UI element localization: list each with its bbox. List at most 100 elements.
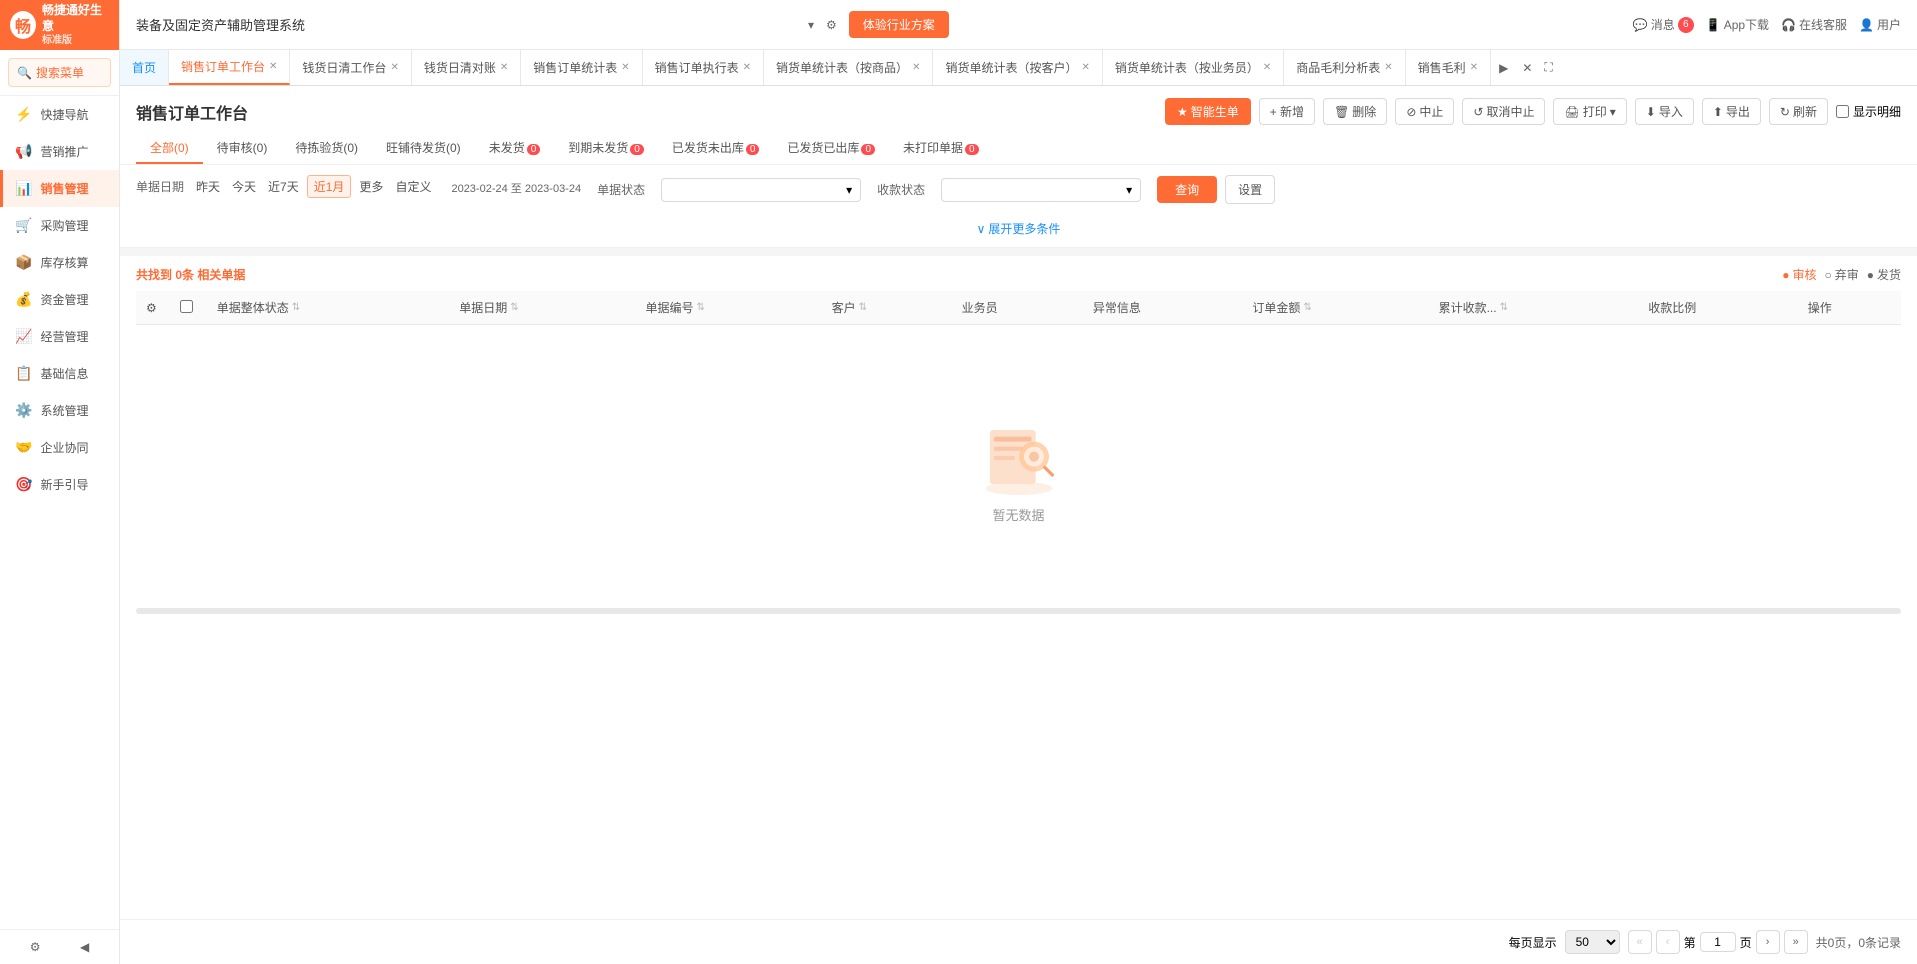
sort-number-icon[interactable]: ⇅ — [696, 302, 704, 313]
sub-tab-wangpu-pending[interactable]: 旺铺待发货(0) — [372, 133, 475, 164]
status-dropdown-icon: ▾ — [846, 183, 852, 197]
tab-close-sales-summary-staff[interactable]: ✕ — [1263, 62, 1271, 73]
import-button[interactable]: ⬇ 导入 — [1635, 98, 1694, 125]
sub-tab-shipped-out[interactable]: 已发货已出库0 — [773, 133, 889, 164]
status-filter-row: 单据状态 ▾ 收款状态 ▾ 查询 设置 — [597, 175, 1275, 204]
tab-product-margin[interactable]: 商品毛利分析表 ✕ — [1284, 50, 1405, 85]
tab-sales-stat[interactable]: 销售订单统计表 ✕ — [521, 50, 642, 85]
tab-close-sales-summary-product[interactable]: ✕ — [912, 62, 920, 73]
page-last-button[interactable]: » — [1784, 930, 1808, 954]
tab-expand-button[interactable]: ⛶ — [1538, 60, 1558, 75]
add-button[interactable]: + 新增 — [1259, 98, 1315, 125]
batch-review-button[interactable]: ● 审核 — [1782, 266, 1816, 283]
online-service-button[interactable]: 🎧 在线客服 — [1781, 16, 1847, 33]
select-all-checkbox[interactable] — [180, 300, 193, 313]
sidebar-item-finance[interactable]: 💰 资金管理 — [0, 281, 119, 318]
setting-button[interactable]: 设置 — [1225, 175, 1275, 204]
sort-status-icon[interactable]: ⇅ — [292, 302, 300, 313]
batch-ship-button[interactable]: ● 发货 — [1867, 266, 1901, 283]
tab-close-cash-reconcile[interactable]: ✕ — [500, 62, 508, 73]
query-button[interactable]: 查询 — [1157, 176, 1217, 203]
status-select[interactable]: ▾ — [661, 178, 861, 202]
tab-sales-exec[interactable]: 销售订单执行表 ✕ — [643, 50, 764, 85]
tab-sales-workbench[interactable]: 销售订单工作台 ✕ — [169, 50, 290, 85]
shortcut-yesterday[interactable]: 昨天 — [192, 176, 224, 197]
sidebar-item-sales[interactable]: 📊 销售管理 — [0, 170, 119, 207]
per-page-select[interactable]: 50 100 200 — [1565, 930, 1620, 954]
print-button[interactable]: 🖨 打印 ▾ — [1553, 98, 1626, 125]
horizontal-scrollbar[interactable] — [136, 608, 1901, 614]
col-staff: 业务员 — [952, 291, 1083, 325]
solution-button[interactable]: 体验行业方案 — [849, 11, 949, 38]
sort-date-icon[interactable]: ⇅ — [510, 302, 518, 313]
tab-cash-reconcile[interactable]: 钱货日清对账 ✕ — [412, 50, 521, 85]
page-next-button[interactable]: › — [1756, 930, 1780, 954]
sidebar-item-marketing[interactable]: 📢 营销推广 — [0, 133, 119, 170]
sub-tab-pending-review[interactable]: 待审核(0) — [203, 133, 282, 164]
stop-icon: ⊘ — [1406, 105, 1416, 119]
delete-button[interactable]: 🗑 删除 — [1323, 98, 1387, 125]
tab-close-sales-workbench[interactable]: ✕ — [269, 61, 277, 72]
sub-tab-not-shipped[interactable]: 未发货0 — [475, 133, 555, 164]
sub-tab-shipped-not-out[interactable]: 已发货未出库0 — [658, 133, 774, 164]
stop-button[interactable]: ⊘ 中止 — [1395, 98, 1454, 125]
sub-tab-expired-not-shipped[interactable]: 到期未发货0 — [554, 133, 658, 164]
tab-sales-summary-staff[interactable]: 销货单统计表（按业务员） ✕ — [1103, 50, 1284, 85]
cancel-stop-button[interactable]: ↺ 取消中止 — [1462, 98, 1545, 125]
sub-tab-pending-pick[interactable]: 待拣验货(0) — [281, 133, 372, 164]
system-dropdown-button[interactable]: ▾ — [808, 18, 814, 32]
sort-amount-icon[interactable]: ⇅ — [1303, 302, 1311, 313]
shortcut-today[interactable]: 今天 — [228, 176, 260, 197]
tab-sales-summary-customer[interactable]: 销货单统计表（按客户） ✕ — [933, 50, 1102, 85]
sidebar-item-operations[interactable]: 📈 经营管理 — [0, 318, 119, 355]
tab-close-sales-stat[interactable]: ✕ — [621, 62, 629, 73]
tab-close-sales-exec[interactable]: ✕ — [743, 62, 751, 73]
refresh-button[interactable]: ↻ 刷新 — [1769, 98, 1828, 125]
sidebar-item-purchase[interactable]: 🛒 采购管理 — [0, 207, 119, 244]
col-settings[interactable]: ⚙ — [136, 291, 167, 325]
sidebar-item-guide[interactable]: 🎯 新手引导 — [0, 466, 119, 503]
sidebar-collapse-button[interactable]: ◀ — [80, 940, 89, 954]
sub-tab-all[interactable]: 全部(0) — [136, 133, 203, 164]
sidebar-item-basic[interactable]: 📋 基础信息 — [0, 355, 119, 392]
sort-customer-icon[interactable]: ⇅ — [859, 302, 867, 313]
tab-cash-daily[interactable]: 钱货日清工作台 ✕ — [290, 50, 411, 85]
user-button[interactable]: 👤 用户 — [1859, 16, 1901, 33]
date-shortcuts: 昨天 今天 近7天 近1月 更多 自定义 — [192, 175, 435, 198]
tab-home[interactable]: 首页 — [120, 50, 169, 85]
tab-close-sales-profit[interactable]: ✕ — [1470, 62, 1478, 73]
tab-sales-profit[interactable]: 销售毛利 ✕ — [1406, 50, 1491, 85]
sub-tab-not-printed[interactable]: 未打印单据0 — [889, 133, 993, 164]
smart-gen-button[interactable]: ★ 智能生单 — [1165, 98, 1251, 125]
page-first-button[interactable]: « — [1628, 930, 1652, 954]
export-button[interactable]: ⬆ 导出 — [1702, 98, 1761, 125]
sidebar-item-system[interactable]: ⚙️ 系统管理 — [0, 392, 119, 429]
show-detail-checkbox[interactable] — [1836, 105, 1849, 118]
search-menu-button[interactable]: 🔍 搜索菜单 — [8, 58, 111, 87]
sidebar-item-quick-nav[interactable]: ⚡ 快捷导航 — [0, 96, 119, 133]
shortcut-7days[interactable]: 近7天 — [264, 176, 303, 197]
sort-collected-icon[interactable]: ⇅ — [1500, 302, 1508, 313]
batch-cancel-review-button[interactable]: ○ 弃审 — [1824, 266, 1858, 283]
tab-close-product-margin[interactable]: ✕ — [1384, 62, 1392, 73]
settings-gear-button[interactable]: ⚙ — [826, 18, 837, 32]
shortcut-custom[interactable]: 自定义 — [391, 176, 435, 197]
empty-illustration — [969, 405, 1069, 505]
payment-select[interactable]: ▾ — [941, 178, 1141, 202]
page-prev-button[interactable]: ‹ — [1656, 930, 1680, 954]
tab-close-cash-daily[interactable]: ✕ — [390, 62, 398, 73]
sidebar-item-enterprise[interactable]: 🤝 企业协同 — [0, 429, 119, 466]
shortcut-more[interactable]: 更多 — [355, 176, 387, 197]
tab-more-button[interactable]: ▶ — [1491, 61, 1516, 75]
messages-button[interactable]: 💬 消息 6 — [1633, 16, 1694, 33]
app-download-button[interactable]: 📱 App下载 — [1706, 16, 1769, 33]
tab-close-all-button[interactable]: ✕ — [1516, 61, 1538, 75]
tab-close-sales-summary-customer[interactable]: ✕ — [1081, 62, 1089, 73]
sidebar-settings-button[interactable]: ⚙ — [30, 940, 41, 954]
show-detail-checkbox-label[interactable]: 显示明细 — [1836, 103, 1901, 120]
expand-more-button[interactable]: ∨ 展开更多条件 — [977, 220, 1061, 237]
sidebar-item-inventory[interactable]: 📦 库存核算 — [0, 244, 119, 281]
shortcut-1month[interactable]: 近1月 — [307, 175, 352, 198]
tab-sales-summary-product[interactable]: 销货单统计表（按商品） ✕ — [764, 50, 933, 85]
page-number-input[interactable] — [1700, 932, 1736, 952]
